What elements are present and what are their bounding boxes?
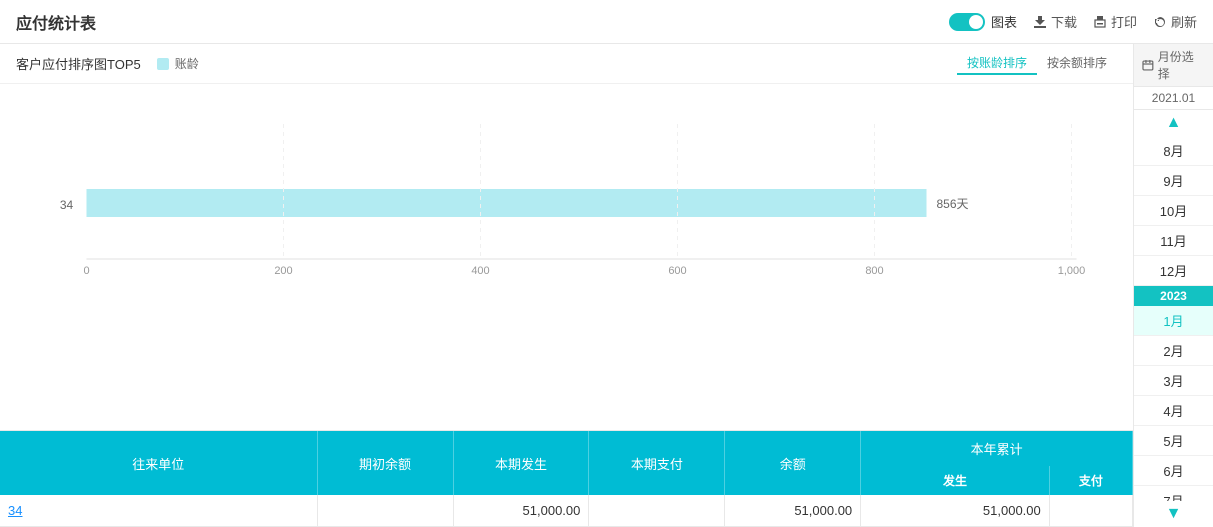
month-item-6[interactable]: 6月 [1134,456,1213,486]
chart-bar [87,189,927,217]
chart-legend: 客户应付排序图TOP5 账龄 [16,54,199,73]
calendar-icon [1142,59,1154,71]
selected-date-display: 2021.01 [1134,87,1213,110]
bar-chart-wrap: 34 856天 0 200 400 600 800 [0,84,1133,430]
cell-opening [317,495,453,527]
unit-link[interactable]: 34 [8,503,22,518]
chart-toggle-label: 图表 [991,12,1017,31]
col-current-payment-header: 本期支付 [589,431,725,495]
col-ytd-payment-subheader: 支付 [1049,466,1132,495]
refresh-icon [1153,15,1167,29]
chart-area: 客户应付排序图TOP5 账龄 按账龄排序 按余额排序 34 [0,44,1133,527]
main-content: 客户应付排序图TOP5 账龄 按账龄排序 按余额排序 34 [0,44,1213,527]
col-current-amount-header: 本期发生 [453,431,589,495]
cell-ytd-payment [1049,495,1132,527]
svg-text:400: 400 [471,265,489,277]
sidebar-header-row: 月份选择 [1134,44,1213,87]
page-title: 应付统计表 [16,10,96,34]
month-item-12[interactable]: 12月 [1134,256,1213,286]
sidebar-header-label: 月份选择 [1158,48,1205,82]
right-sidebar: 月份选择 2021.01 ▲ 8月 9月 10月 11月 12月 2023 1月… [1133,44,1213,527]
col-unit-header: 往来单位 [0,431,317,495]
table-container: 往来单位 期初余额 本期发生 本期支付 余额 本年累计 发生 支付 [0,431,1133,527]
cell-current-amount: 51,000.00 [453,495,589,527]
svg-text:800: 800 [865,265,883,277]
svg-text:200: 200 [274,265,292,277]
sort-by-balance-button[interactable]: 按余额排序 [1037,52,1117,75]
svg-text:0: 0 [83,265,89,277]
month-item-2[interactable]: 2月 [1134,336,1213,366]
col-opening-header: 期初余额 [317,431,453,495]
cell-unit: 34 [0,495,317,527]
month-item-1[interactable]: 1月 [1134,306,1213,336]
refresh-label: 刷新 [1171,12,1197,31]
svg-text:1,000: 1,000 [1058,265,1086,277]
print-button[interactable]: 打印 [1093,12,1137,31]
month-scroll-down-button[interactable]: ▼ [1134,501,1213,527]
month-scroll-up-button[interactable]: ▲ [1134,110,1213,136]
cell-balance: 51,000.00 [725,495,861,527]
legend-dot-age [157,58,169,70]
month-item-9[interactable]: 9月 [1134,166,1213,196]
col-ytd-header: 本年累计 [861,431,1133,466]
month-item-5[interactable]: 5月 [1134,426,1213,456]
legend-item-age: 账龄 [157,55,199,72]
chart-y-label: 34 [60,198,74,212]
month-item-10[interactable]: 10月 [1134,196,1213,226]
header-actions: 图表 下载 打印 刷新 [949,12,1197,31]
table-row: 34 51,000.00 51,000.00 51,000.00 [0,495,1133,527]
chart-toggle[interactable] [949,13,985,31]
month-item-4[interactable]: 4月 [1134,396,1213,426]
download-icon [1033,15,1047,29]
chart-header: 客户应付排序图TOP5 账龄 按账龄排序 按余额排序 [0,44,1133,84]
chart-title: 客户应付排序图TOP5 [16,54,141,73]
svg-text:600: 600 [668,265,686,277]
print-label: 打印 [1111,12,1137,31]
sort-by-age-button[interactable]: 按账龄排序 [957,52,1037,75]
month-item-3[interactable]: 3月 [1134,366,1213,396]
col-ytd-amount-subheader: 发生 [861,466,1050,495]
chart-bar-value: 856天 [937,197,969,211]
download-label: 下载 [1051,12,1077,31]
year-badge: 2023 [1134,286,1213,306]
refresh-button[interactable]: 刷新 [1153,12,1197,31]
month-item-11[interactable]: 11月 [1134,226,1213,256]
col-balance-header: 余额 [725,431,861,495]
cell-current-payment [589,495,725,527]
sort-buttons: 按账龄排序 按余额排序 [957,52,1117,75]
legend-label-age: 账龄 [175,55,199,72]
chart-toggle-wrap: 图表 [949,12,1017,31]
data-table: 往来单位 期初余额 本期发生 本期支付 余额 本年累计 发生 支付 [0,431,1133,527]
month-item-8[interactable]: 8月 [1134,136,1213,166]
print-icon [1093,15,1107,29]
bar-chart-svg: 34 856天 0 200 400 600 800 [10,94,1113,314]
month-list: 8月 9月 10月 11月 12月 2023 1月 2月 3月 4月 5月 6月… [1134,136,1213,501]
cell-ytd-amount: 51,000.00 [861,495,1050,527]
month-item-7[interactable]: 7月 [1134,486,1213,501]
table-area: 往来单位 期初余额 本期发生 本期支付 余额 本年累计 发生 支付 [0,430,1133,527]
header: 应付统计表 图表 下载 打印 刷新 [0,0,1213,44]
download-button[interactable]: 下载 [1033,12,1077,31]
